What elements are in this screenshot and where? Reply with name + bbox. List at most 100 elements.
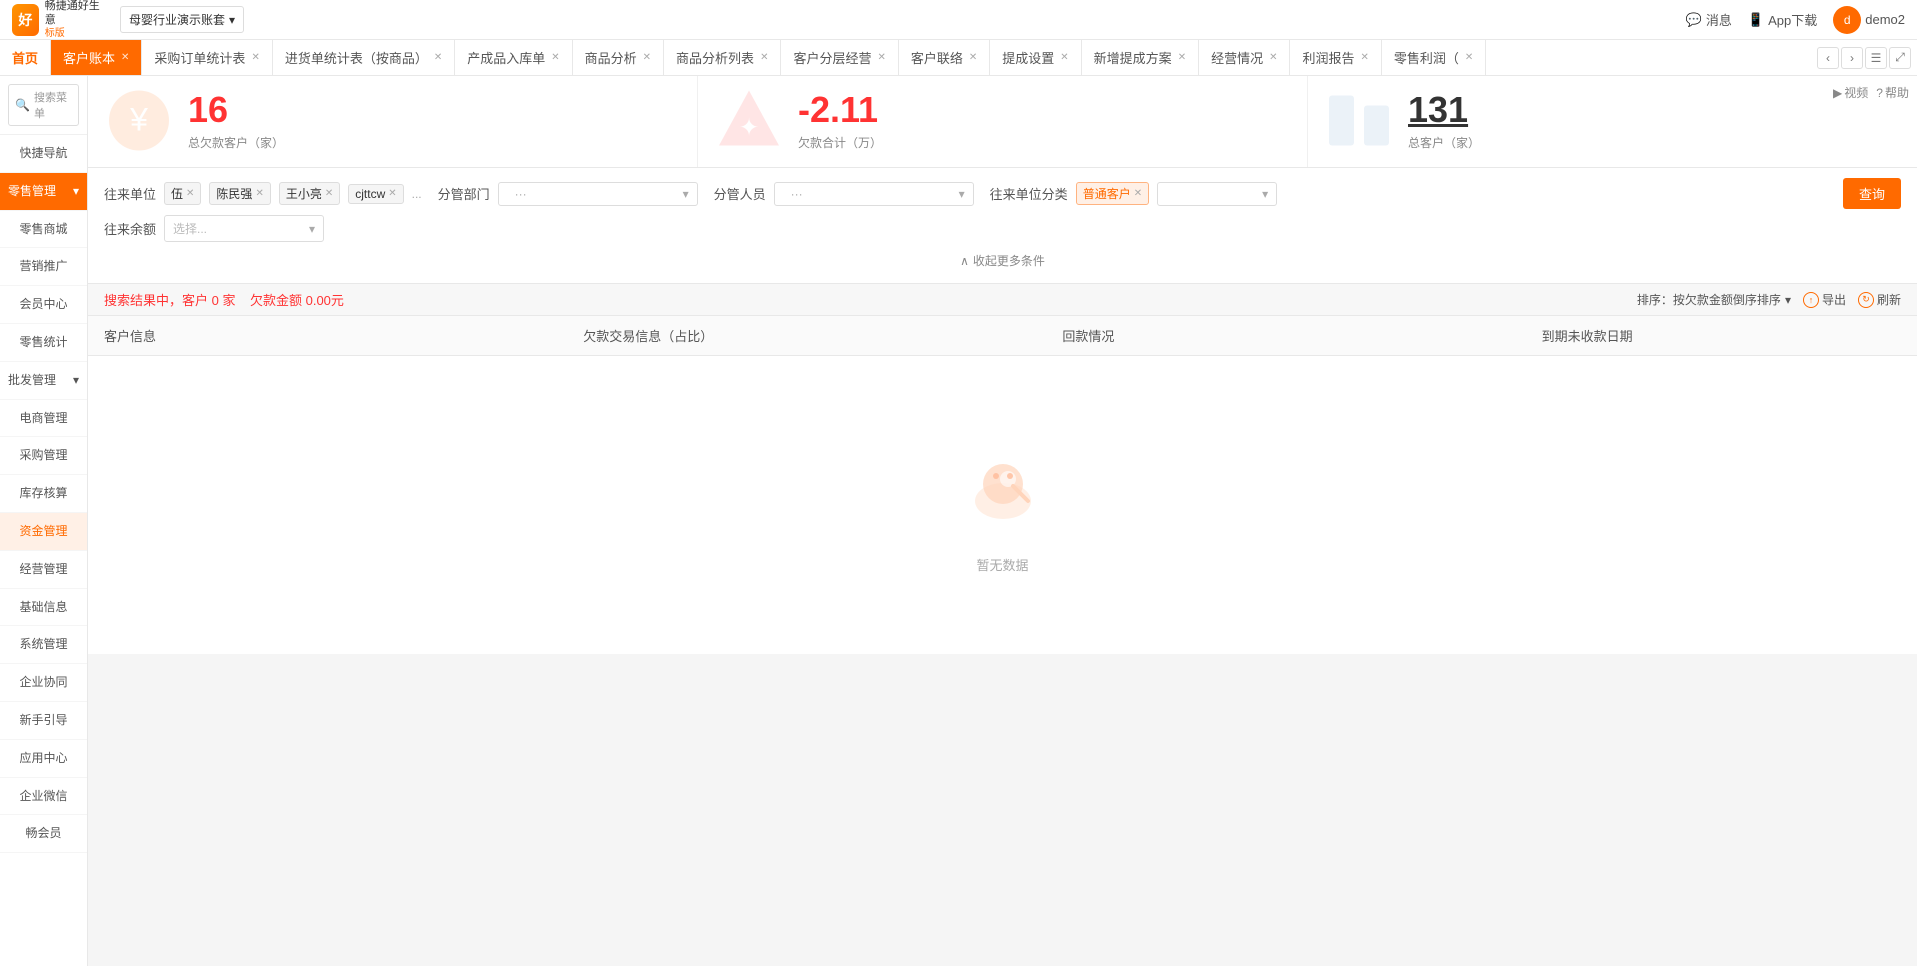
sidebar-item-marketing[interactable]: 营销推广 <box>0 248 87 286</box>
sidebar-item-retail-stats[interactable]: 零售统计 <box>0 324 87 362</box>
sidebar-item-operations[interactable]: 经营管理 <box>0 551 87 589</box>
sidebar-item-basics[interactable]: 基础信息 <box>0 589 87 627</box>
category-select[interactable]: ▾ <box>1157 182 1277 206</box>
tab-operation-status[interactable]: 经营情况 ✕ <box>1199 40 1290 76</box>
sidebar: 🔍 搜索菜单 快捷导航 零售管理 ▾ 零售商城 营销推广 会员中心 零售统计 批… <box>0 76 88 966</box>
tab-promotion-settings[interactable]: 提成设置 ✕ <box>990 40 1081 76</box>
close-tab-icon[interactable]: ✕ <box>1060 52 1068 63</box>
close-tab-icon[interactable]: ✕ <box>969 52 977 63</box>
refresh-icon: ↻ <box>1858 292 1874 308</box>
export-button[interactable]: ↑ 导出 <box>1803 291 1846 308</box>
more-tags-button[interactable]: ... <box>412 187 422 201</box>
sort-button[interactable]: 排序：按欠款金额倒序排序 ▾ <box>1637 291 1791 308</box>
chevron-down-icon: ▾ <box>73 183 79 200</box>
tab-product-analysis-list[interactable]: 商品分析列表 ✕ <box>664 40 781 76</box>
person-select[interactable]: ··· ▾ <box>774 182 974 206</box>
collapse-button[interactable]: ∧ 收起更多条件 <box>104 248 1901 273</box>
tab-customer-account[interactable]: 客户账本 ✕ <box>51 40 142 76</box>
close-tab-icon[interactable]: ✕ <box>1269 52 1277 63</box>
close-tab-icon[interactable]: ✕ <box>251 52 259 63</box>
tab-next-button[interactable]: › <box>1841 47 1863 69</box>
sidebar-item-enterprise-wechat[interactable]: 企业微信 <box>0 778 87 816</box>
top-right-area: 💬 消息 📱 App下载 d demo2 <box>1686 6 1905 34</box>
sidebar-item-system[interactable]: 系统管理 <box>0 626 87 664</box>
logo-text: 畅捷通好生意 标版 <box>45 0 100 40</box>
tab-product-inbound[interactable]: 产成品入库单 ✕ <box>455 40 572 76</box>
tab-retail-profit[interactable]: 零售利润（ ✕ <box>1382 40 1486 76</box>
chevron-down-icon: ▾ <box>229 13 235 27</box>
sidebar-item-enterprise[interactable]: 企业协同 <box>0 664 87 702</box>
tab-new-promotion[interactable]: 新增提成方案 ✕ <box>1082 40 1199 76</box>
stat-label-debt: 欠款合计（万） <box>798 134 882 151</box>
sidebar-item-vip[interactable]: 畅会员 <box>0 815 87 853</box>
tab-customer-segment[interactable]: 客户分层经营 ✕ <box>781 40 898 76</box>
sidebar-item-newbie[interactable]: 新手引导 <box>0 702 87 740</box>
balance-select[interactable]: 选择... ▾ <box>164 215 324 242</box>
sidebar-item-finance[interactable]: 资金管理 <box>0 513 87 551</box>
close-tab-icon[interactable]: ✕ <box>121 52 129 63</box>
sidebar-item-retail-mall[interactable]: 零售商城 <box>0 211 87 249</box>
avatar: d <box>1833 6 1861 34</box>
tab-profit-report[interactable]: 利润报告 ✕ <box>1290 40 1381 76</box>
sidebar-item-wholesale[interactable]: 批发管理 ▾ <box>0 362 87 400</box>
tab-product-analysis[interactable]: 商品分析 ✕ <box>573 40 664 76</box>
filter-label-dept: 分管部门 <box>438 184 490 203</box>
dept-arrow-icon: ▾ <box>683 187 689 201</box>
sidebar-item-inventory[interactable]: 库存核算 <box>0 475 87 513</box>
stat-label-customers: 总欠款客户（家） <box>188 134 284 151</box>
workspace-selector[interactable]: 母婴行业演示账套 ▾ <box>120 6 244 33</box>
messages-button[interactable]: 💬 消息 <box>1686 10 1732 29</box>
remove-tag-cjttcw[interactable]: ✕ <box>388 188 396 199</box>
dept-extra-dots[interactable]: ··· <box>511 187 531 201</box>
filter-tag-category: 普通客户 ✕ <box>1076 182 1149 205</box>
tab-inbound-stats[interactable]: 进货单统计表（按商品） ✕ <box>273 40 455 76</box>
collapse-area: ∧ 收起更多条件 <box>104 248 1901 273</box>
stat-card-debt: ✦ -2.11 欠款合计（万） <box>698 76 1308 167</box>
tab-customer-contact[interactable]: 客户联络 ✕ <box>899 40 990 76</box>
query-button[interactable]: 查询 <box>1843 178 1901 209</box>
tab-prev-button[interactable]: ‹ <box>1817 47 1839 69</box>
svg-text:✦: ✦ <box>739 114 759 141</box>
result-count: 0 <box>212 293 219 308</box>
stat-card-total: 131 总客户（家） ▶ 视频 ? 帮助 <box>1308 76 1917 167</box>
close-tab-icon[interactable]: ✕ <box>1178 52 1186 63</box>
col-header-debt-info: 欠款交易信息（占比） <box>583 326 1062 345</box>
svg-text:¥: ¥ <box>129 101 148 137</box>
sidebar-item-ecommerce[interactable]: 电商管理 <box>0 400 87 438</box>
close-tab-icon[interactable]: ✕ <box>1361 52 1369 63</box>
filter-tag-cjttcw: cjttcw ✕ <box>348 184 403 204</box>
close-tab-icon[interactable]: ✕ <box>643 52 651 63</box>
chevron-up-icon: ∧ <box>960 254 969 268</box>
sidebar-item-quick-nav[interactable]: 快捷导航 <box>0 135 87 173</box>
help-link[interactable]: ? 帮助 <box>1876 84 1909 101</box>
close-tab-icon[interactable]: ✕ <box>760 52 768 63</box>
user-profile-button[interactable]: d demo2 <box>1833 6 1905 34</box>
remove-tag-wang[interactable]: ✕ <box>325 188 333 199</box>
balance-arrow-icon: ▾ <box>309 222 315 236</box>
close-tab-icon[interactable]: ✕ <box>1465 52 1473 63</box>
remove-tag-wu[interactable]: ✕ <box>186 188 194 199</box>
video-link[interactable]: ▶ 视频 <box>1833 84 1868 101</box>
remove-tag-chen[interactable]: ✕ <box>255 188 263 199</box>
search-menu-button[interactable]: 🔍 搜索菜单 <box>8 84 79 126</box>
tab-purchase-order[interactable]: 采购订单统计表 ✕ <box>142 40 272 76</box>
tab-home[interactable]: 首页 <box>0 40 51 76</box>
dept-select[interactable]: ··· ▾ <box>498 182 698 206</box>
filter-tag-wu: 伍 ✕ <box>164 182 201 205</box>
sidebar-item-app-center[interactable]: 应用中心 <box>0 740 87 778</box>
tab-fullscreen-button[interactable]: ⤢ <box>1889 47 1911 69</box>
sidebar-item-member[interactable]: 会员中心 <box>0 286 87 324</box>
filter-label-unit: 往来单位 <box>104 184 156 203</box>
stat-value-total: 131 <box>1408 92 1480 128</box>
sidebar-item-retail[interactable]: 零售管理 ▾ <box>0 173 87 211</box>
tab-menu-button[interactable]: ☰ <box>1865 47 1887 69</box>
person-extra-dots[interactable]: ··· <box>787 187 807 201</box>
refresh-button[interactable]: ↻ 刷新 <box>1858 291 1901 308</box>
remove-category-tag[interactable]: ✕ <box>1134 188 1142 199</box>
sidebar-item-purchase[interactable]: 采购管理 <box>0 437 87 475</box>
logo-area: 好 畅捷通好生意 标版 <box>12 0 100 40</box>
app-download-button[interactable]: 📱 App下载 <box>1748 10 1817 29</box>
close-tab-icon[interactable]: ✕ <box>434 52 442 63</box>
close-tab-icon[interactable]: ✕ <box>551 52 559 63</box>
close-tab-icon[interactable]: ✕ <box>877 52 885 63</box>
